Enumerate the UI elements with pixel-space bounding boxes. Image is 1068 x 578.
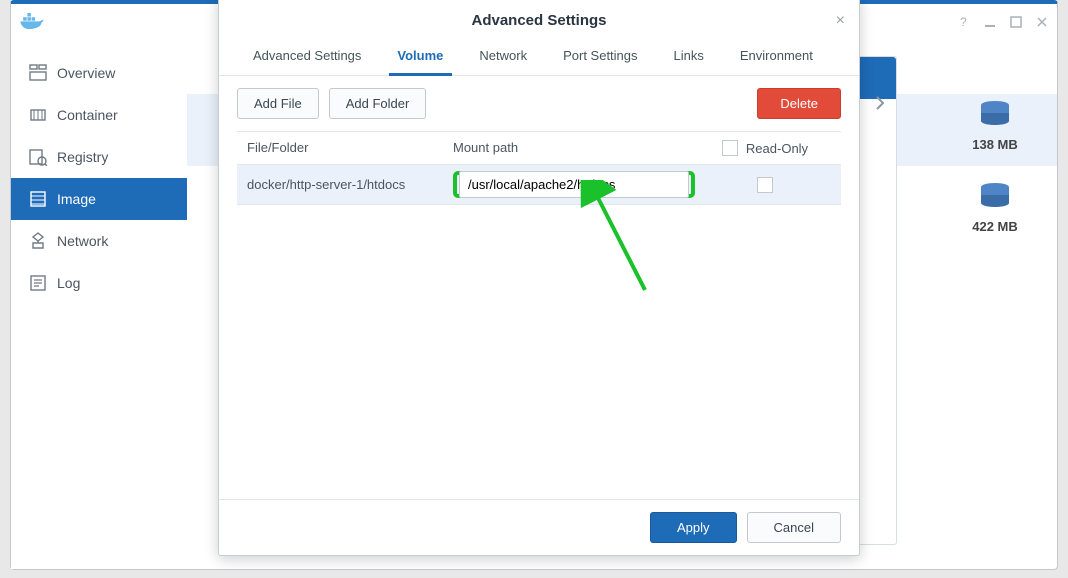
sidebar-item-label: Image [57, 191, 96, 207]
sidebar-item-overview[interactable]: Overview [11, 52, 187, 94]
add-folder-button[interactable]: Add Folder [329, 88, 427, 119]
modal-tabs: Advanced Settings Volume Network Port Se… [219, 38, 859, 76]
modal-header: Advanced Settings × [219, 0, 859, 38]
image-size-label: 422 MB [972, 219, 1018, 234]
tab-links[interactable]: Links [658, 38, 720, 75]
column-read-only: Read-Only [695, 140, 835, 156]
column-mount-path: Mount path [453, 140, 695, 156]
tab-environment[interactable]: Environment [724, 38, 829, 75]
tab-volume[interactable]: Volume [381, 38, 459, 75]
volume-toolbar: Add File Add Folder Delete [237, 88, 841, 119]
window-controls: ? [957, 15, 1049, 29]
minimize-button[interactable] [983, 15, 997, 29]
tab-network[interactable]: Network [463, 38, 543, 75]
image-size-label: 138 MB [972, 137, 1018, 152]
file-folder-cell: docker/http-server-1/htdocs [243, 177, 453, 192]
sidebar: Overview Container Registry Image Networ… [11, 40, 187, 569]
close-icon[interactable]: × [836, 12, 845, 30]
mount-path-cell [453, 171, 695, 198]
tab-port-settings[interactable]: Port Settings [547, 38, 653, 75]
modal-body: Add File Add Folder Delete File/Folder M… [219, 76, 859, 499]
database-icon [977, 100, 1013, 131]
read-only-label: Read-Only [746, 141, 808, 156]
highlight-annotation [453, 171, 695, 198]
svg-text:?: ? [960, 15, 967, 29]
network-icon [29, 232, 47, 250]
image-icon [29, 190, 47, 208]
column-file-folder: File/Folder [243, 140, 453, 156]
sidebar-item-label: Container [57, 107, 118, 123]
table-header: File/Folder Mount path Read-Only [237, 132, 841, 165]
chevron-right-icon[interactable] [871, 94, 889, 112]
delete-button[interactable]: Delete [757, 88, 841, 119]
container-icon [29, 106, 47, 124]
sidebar-item-registry[interactable]: Registry [11, 136, 187, 178]
sidebar-item-container[interactable]: Container [11, 94, 187, 136]
table-row[interactable]: docker/http-server-1/htdocs [237, 165, 841, 204]
sidebar-item-network[interactable]: Network [11, 220, 187, 262]
read-only-checkbox[interactable] [757, 177, 773, 193]
add-file-button[interactable]: Add File [237, 88, 319, 119]
close-button[interactable] [1035, 15, 1049, 29]
mount-path-input[interactable] [459, 171, 689, 198]
sidebar-item-label: Log [57, 275, 80, 291]
database-icon [977, 182, 1013, 213]
log-icon [29, 274, 47, 292]
image-size-list: 138 MB 422 MB [945, 100, 1045, 234]
help-button[interactable]: ? [957, 15, 971, 29]
image-entry[interactable]: 422 MB [972, 182, 1018, 234]
modal-title: Advanced Settings [471, 12, 606, 29]
advanced-settings-modal: Advanced Settings × Advanced Settings Vo… [218, 0, 860, 556]
sidebar-item-label: Registry [57, 149, 108, 165]
volume-table: File/Folder Mount path Read-Only docker/… [237, 131, 841, 205]
sidebar-item-label: Network [57, 233, 108, 249]
apply-button[interactable]: Apply [650, 512, 737, 543]
overview-icon [29, 64, 47, 82]
read-only-header-checkbox[interactable] [722, 140, 738, 156]
sidebar-item-image[interactable]: Image [11, 178, 187, 220]
image-entry[interactable]: 138 MB [972, 100, 1018, 152]
maximize-button[interactable] [1009, 15, 1023, 29]
docker-whale-icon [19, 10, 47, 35]
cancel-button[interactable]: Cancel [747, 512, 841, 543]
sidebar-item-label: Overview [57, 65, 115, 81]
sidebar-item-log[interactable]: Log [11, 262, 187, 304]
tab-advanced-settings[interactable]: Advanced Settings [237, 38, 377, 75]
registry-icon [29, 148, 47, 166]
read-only-cell [695, 177, 835, 193]
modal-footer: Apply Cancel [219, 499, 859, 555]
